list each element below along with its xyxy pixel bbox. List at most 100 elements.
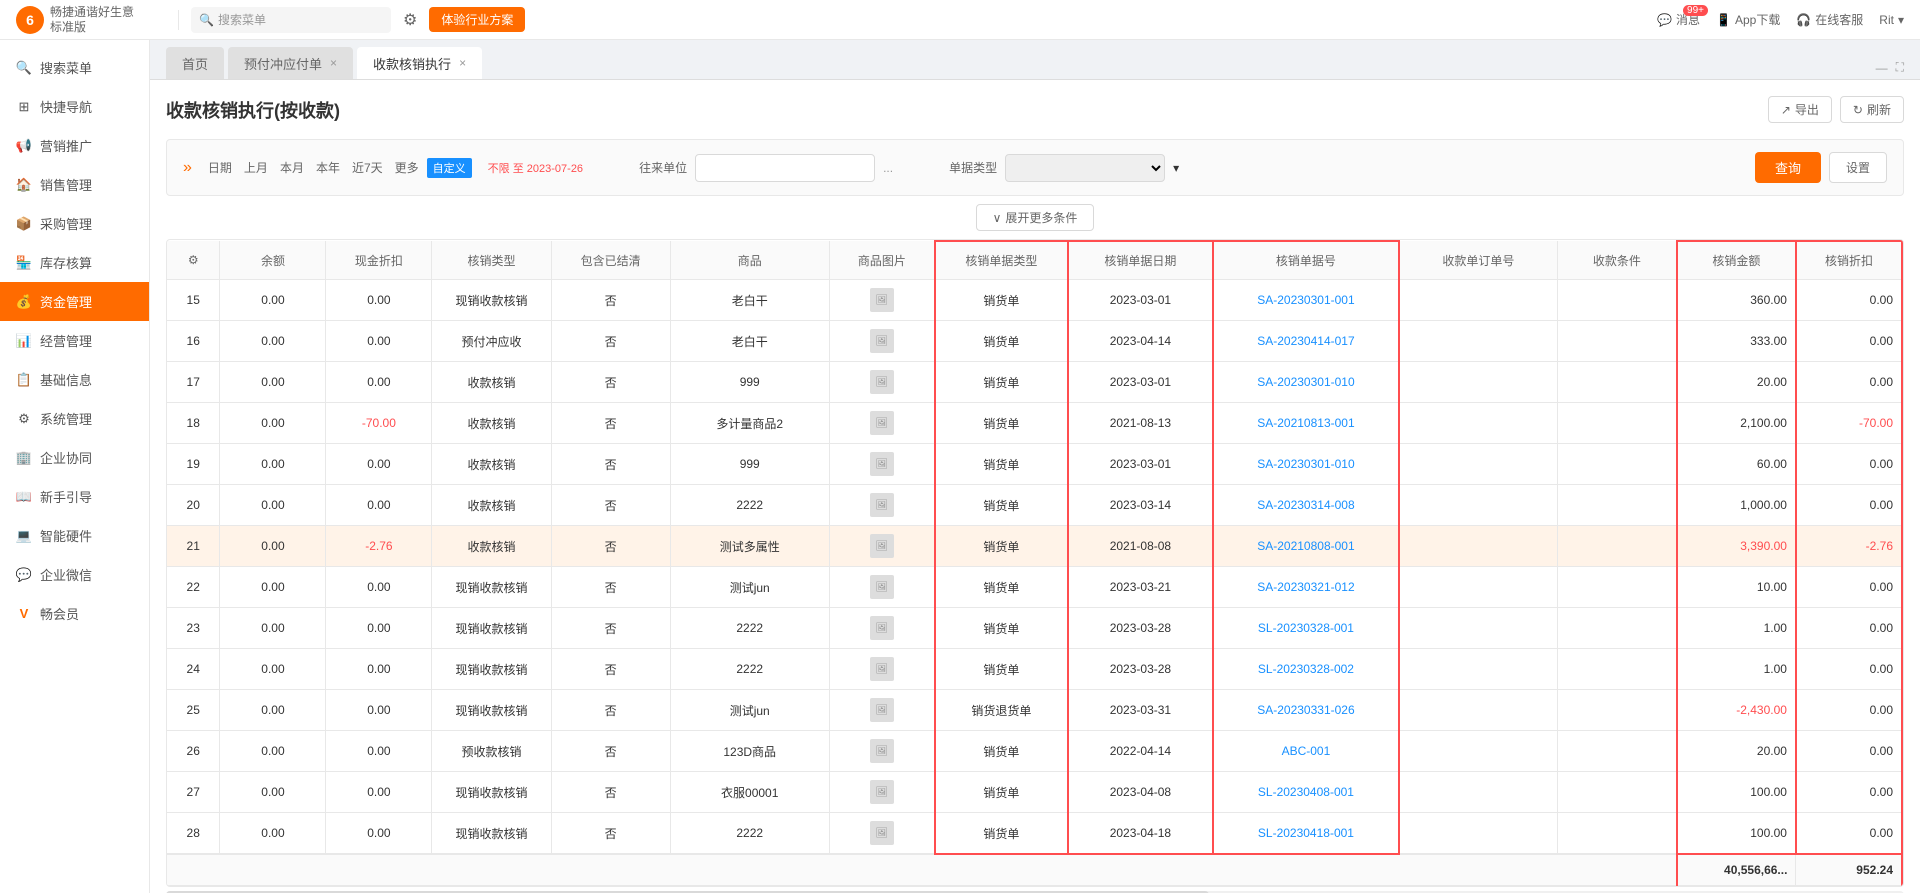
sidebar-item-basic[interactable]: 📋 基础信息 bbox=[0, 360, 149, 399]
setting-button[interactable]: 设置 bbox=[1829, 152, 1887, 183]
cell-writeoff-type: 现销收款核销 bbox=[432, 649, 551, 690]
bill-no-link[interactable]: SL-20230328-001 bbox=[1258, 621, 1354, 635]
partner-input[interactable] bbox=[695, 154, 875, 182]
online-service-item[interactable]: 🎧 在线客服 bbox=[1796, 11, 1863, 28]
bill-no-link[interactable]: SA-20230321-012 bbox=[1257, 580, 1354, 594]
cell-bill-date: 2023-04-08 bbox=[1068, 772, 1214, 813]
cell-writeoff-amount: 1.00 bbox=[1677, 608, 1796, 649]
date-this-month[interactable]: 本月 bbox=[276, 157, 308, 178]
top-search-placeholder: 搜索菜单 bbox=[218, 11, 266, 28]
expand-toggle-icon[interactable]: » bbox=[183, 159, 192, 177]
sidebar-item-finance[interactable]: 💰 资金管理 bbox=[0, 282, 149, 321]
cell-include-settled: 否 bbox=[551, 444, 670, 485]
sidebar-item-search[interactable]: 🔍 搜索菜单 bbox=[0, 48, 149, 87]
table-row: 16 0.00 0.00 预付冲应收 否 老白干 🖼 销货单 2023-04-1… bbox=[167, 321, 1902, 362]
sidebar-label-hardware: 智能硬件 bbox=[40, 526, 92, 545]
date-more[interactable]: 更多 bbox=[391, 157, 423, 178]
cell-collect-condition bbox=[1558, 321, 1677, 362]
cell-cash-discount: 0.00 bbox=[326, 321, 432, 362]
refresh-button[interactable]: ↻ 刷新 bbox=[1840, 96, 1904, 123]
tab-prepay-close[interactable]: × bbox=[330, 56, 337, 70]
cell-seq: 27 bbox=[167, 772, 220, 813]
bill-type-select[interactable] bbox=[1005, 154, 1165, 182]
cell-bill-report-type: 销货单 bbox=[935, 403, 1067, 444]
bill-no-link[interactable]: SA-20210808-001 bbox=[1257, 539, 1354, 553]
sidebar-item-member[interactable]: V 畅会员 bbox=[0, 594, 149, 633]
settings-gear-button[interactable]: ⚙ bbox=[403, 10, 417, 30]
bill-no-link[interactable]: SA-20230301-010 bbox=[1257, 375, 1354, 389]
sidebar-label-purchase: 采购管理 bbox=[40, 214, 92, 233]
sidebar-item-operation[interactable]: 📊 经营管理 bbox=[0, 321, 149, 360]
cell-goods: 测试jun bbox=[670, 567, 829, 608]
bill-no-link[interactable]: SA-20230301-001 bbox=[1257, 293, 1354, 307]
partner-dots[interactable]: ... bbox=[883, 161, 893, 175]
table-row: 21 0.00 -2.76 收款核销 否 测试多属性 🖼 销货单 2021-08… bbox=[167, 526, 1902, 567]
sidebar-item-system[interactable]: ⚙ 系统管理 bbox=[0, 399, 149, 438]
bill-no-link[interactable]: SL-20230418-001 bbox=[1258, 826, 1354, 840]
footer-empty bbox=[167, 854, 1677, 886]
tab-collect-close[interactable]: × bbox=[459, 56, 466, 70]
tab-prepay[interactable]: 预付冲应付单 × bbox=[228, 47, 353, 79]
cell-writeoff-discount: 0.00 bbox=[1796, 690, 1902, 731]
cell-seq: 21 bbox=[167, 526, 220, 567]
date-prev-month[interactable]: 上月 bbox=[240, 157, 272, 178]
th-gear[interactable]: ⚙ bbox=[167, 241, 220, 280]
bill-no-link[interactable]: SL-20230328-002 bbox=[1258, 662, 1354, 676]
cell-goods: 2222 bbox=[670, 485, 829, 526]
cell-writeoff-type: 收款核销 bbox=[432, 485, 551, 526]
solution-button[interactable]: 体验行业方案 bbox=[429, 7, 525, 32]
table-row: 22 0.00 0.00 现销收款核销 否 测试jun 🖼 销货单 2023-0… bbox=[167, 567, 1902, 608]
sidebar-item-sales[interactable]: 🏠 销售管理 bbox=[0, 165, 149, 204]
date-this-year[interactable]: 本年 bbox=[312, 157, 344, 178]
bill-no-link[interactable]: SL-20230408-001 bbox=[1258, 785, 1354, 799]
sidebar-item-enterprise[interactable]: 🏢 企业协同 bbox=[0, 438, 149, 477]
cell-writeoff-discount: 0.00 bbox=[1796, 444, 1902, 485]
sidebar-item-wechat[interactable]: 💬 企业微信 bbox=[0, 555, 149, 594]
cell-cash-discount: -2.76 bbox=[326, 526, 432, 567]
cell-goods: 多计量商品2 bbox=[670, 403, 829, 444]
cell-bill-no: SA-20210808-001 bbox=[1213, 526, 1398, 567]
table-row: 15 0.00 0.00 现销收款核销 否 老白干 🖼 销货单 2023-03-… bbox=[167, 280, 1902, 321]
query-button[interactable]: 查询 bbox=[1755, 152, 1821, 183]
cell-goods-img: 🖼 bbox=[829, 280, 935, 321]
top-search-area[interactable]: 🔍 搜索菜单 bbox=[191, 7, 391, 33]
cell-balance: 0.00 bbox=[220, 731, 326, 772]
message-item[interactable]: 💬 消息 99+ bbox=[1657, 11, 1700, 28]
date-custom-btn[interactable]: 自定义 bbox=[427, 158, 472, 178]
window-expand-icon[interactable]: ⛶ bbox=[1896, 60, 1904, 75]
enterprise-icon: 🏢 bbox=[16, 450, 32, 466]
cell-collect-order-no bbox=[1399, 731, 1558, 772]
bill-no-link[interactable]: SA-20230331-026 bbox=[1257, 703, 1354, 717]
bill-no-link[interactable]: ABC-001 bbox=[1282, 744, 1331, 758]
expand-more-button[interactable]: ∨ 展开更多条件 bbox=[976, 204, 1095, 231]
bill-no-link[interactable]: SA-20230301-010 bbox=[1257, 457, 1354, 471]
date-7days[interactable]: 近7天 bbox=[348, 157, 387, 178]
bill-no-link[interactable]: SA-20230314-008 bbox=[1257, 498, 1354, 512]
cell-goods-img: 🖼 bbox=[829, 772, 935, 813]
cell-writeoff-discount: -2.76 bbox=[1796, 526, 1902, 567]
sidebar-item-hardware[interactable]: 💻 智能硬件 bbox=[0, 516, 149, 555]
cell-include-settled: 否 bbox=[551, 608, 670, 649]
user-name-item[interactable]: Rit ▾ bbox=[1879, 13, 1904, 27]
table-row: 28 0.00 0.00 现销收款核销 否 2222 🖼 销货单 2023-04… bbox=[167, 813, 1902, 855]
sidebar-item-inventory[interactable]: 🏪 库存核算 bbox=[0, 243, 149, 282]
cell-bill-date: 2023-03-01 bbox=[1068, 362, 1214, 403]
app-download-item[interactable]: 📱 App下载 bbox=[1716, 11, 1780, 28]
sidebar-item-purchase[interactable]: 📦 采购管理 bbox=[0, 204, 149, 243]
page-title-actions: ↗ 导出 ↻ 刷新 bbox=[1768, 96, 1904, 123]
cell-cash-discount: 0.00 bbox=[326, 362, 432, 403]
sidebar-item-quick-nav[interactable]: ⊞ 快捷导航 bbox=[0, 87, 149, 126]
th-include-settled: 包含已结清 bbox=[551, 241, 670, 280]
sidebar-item-guide[interactable]: 📖 新手引导 bbox=[0, 477, 149, 516]
cell-collect-order-no bbox=[1399, 690, 1558, 731]
tab-home[interactable]: 首页 bbox=[166, 47, 224, 79]
tab-collect[interactable]: 收款核销执行 × bbox=[357, 47, 482, 79]
filter-row: » 日期 上月 本月 本年 近7天 更多 自定义 不限 至 202 bbox=[183, 152, 1887, 183]
export-button[interactable]: ↗ 导出 bbox=[1768, 96, 1832, 123]
bill-no-link[interactable]: SA-20210813-001 bbox=[1257, 416, 1354, 430]
bill-no-link[interactable]: SA-20230414-017 bbox=[1257, 334, 1354, 348]
data-table: ⚙ 余额 现金折扣 核销类型 包含已结清 商品 商品图片 核销单据类型 核销单据… bbox=[167, 240, 1903, 886]
window-minimize-icon[interactable]: — bbox=[1876, 61, 1888, 75]
cell-writeoff-amount: 100.00 bbox=[1677, 813, 1796, 855]
sidebar-item-marketing[interactable]: 📢 营销推广 bbox=[0, 126, 149, 165]
